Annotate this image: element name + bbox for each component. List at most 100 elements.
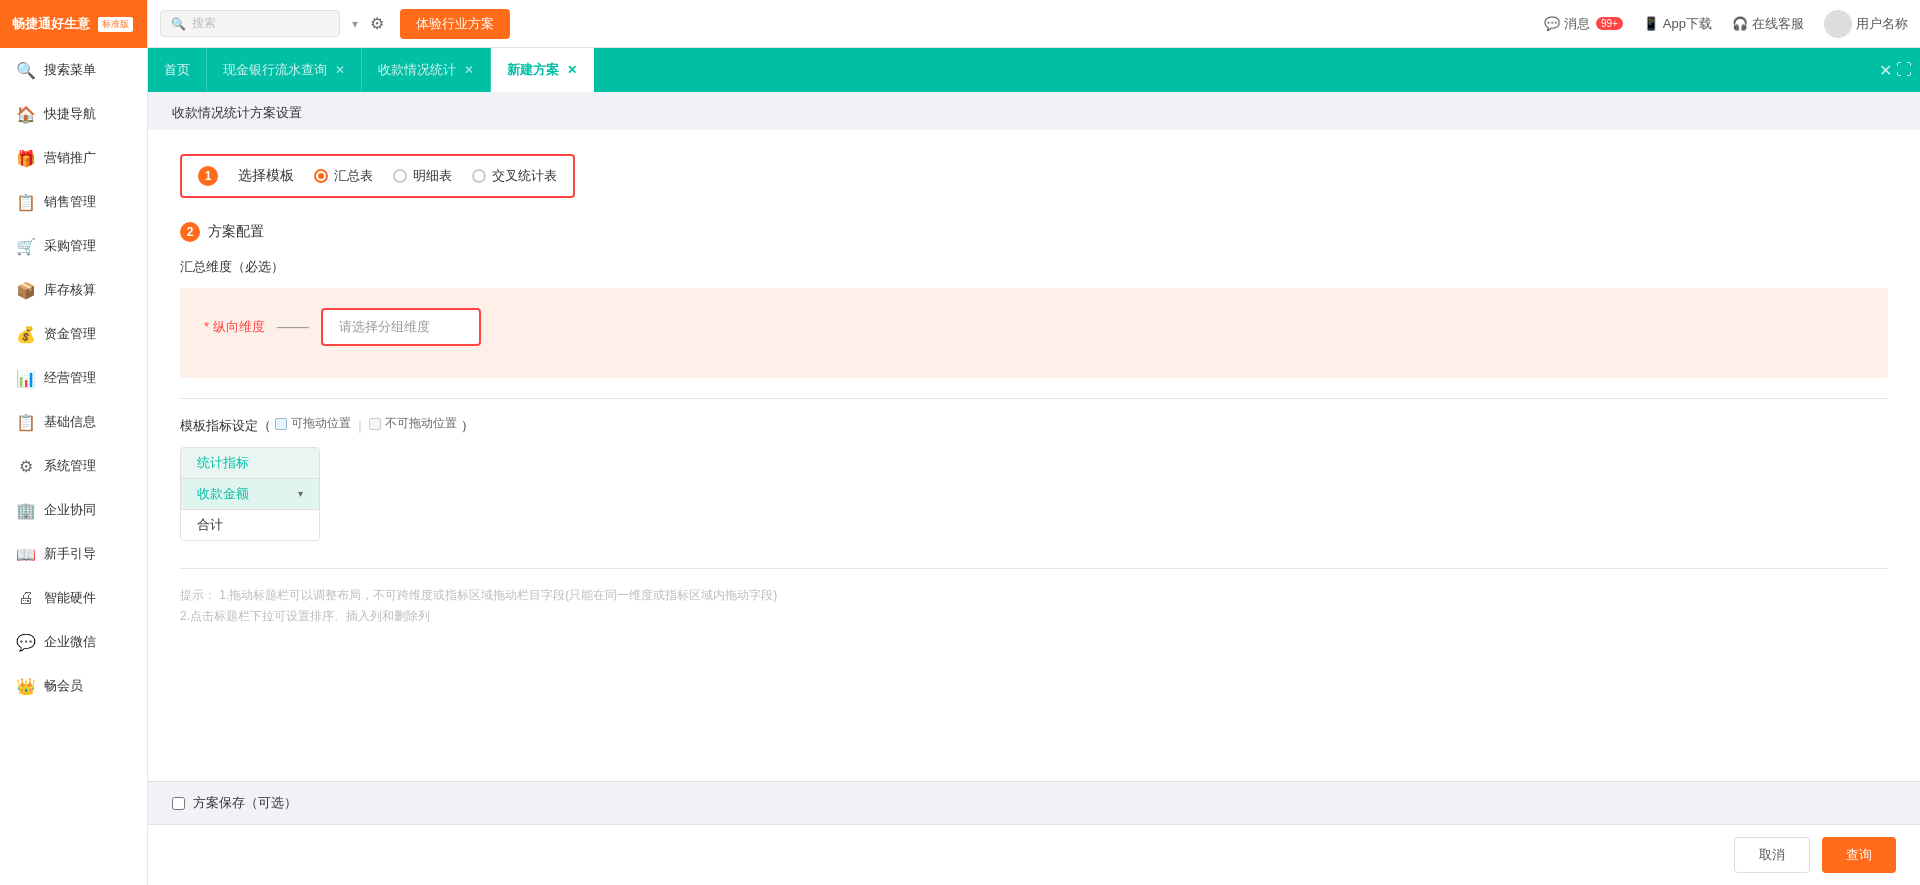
save-label: 方案保存（可选） [193,794,297,812]
logo-text: 畅捷通好生意 [12,15,90,33]
tip1: 提示： 1.拖动标题栏可以调整布局，不可跨维度或指标区域拖动栏目字段(只能在同一… [180,585,1888,607]
sidebar-item-purchase[interactable]: 🛒 采购管理 [0,224,147,268]
stats-chevron-icon: ▾ [298,488,303,499]
radio-cross-label: 交叉统计表 [492,167,557,185]
sidebar-item-label: 销售管理 [44,193,96,211]
notification-badge: 99+ [1596,17,1623,30]
sidebar-item-newbie[interactable]: 📖 新手引导 [0,532,147,576]
sidebar-item-label: 智能硬件 [44,589,96,607]
sidebar-item-marketing[interactable]: 🎁 营销推广 [0,136,147,180]
tab-collection-stats-close[interactable]: ✕ [464,63,474,77]
tab-home[interactable]: 首页 [148,48,207,92]
radio-summary-label: 汇总表 [334,167,373,185]
topbar-search-box[interactable]: 🔍 搜索 [160,10,340,37]
action-bar: 取消 查询 [148,824,1920,885]
cancel-button[interactable]: 取消 [1734,837,1810,873]
tab-close-all-icon[interactable]: ✕ [1879,61,1892,80]
sidebar-item-quick-nav[interactable]: 🏠 快捷导航 [0,92,147,136]
radio-summary-circle [314,169,328,183]
online-support-label: 在线客服 [1752,15,1804,33]
app-download-item[interactable]: 📱 App下载 [1643,15,1712,33]
sidebar-item-inventory[interactable]: 📦 库存核算 [0,268,147,312]
step1-title: 选择模板 [238,167,294,185]
stats-column-label: 收款金额 [197,485,249,503]
tab-new-scheme-close[interactable]: ✕ [567,63,577,77]
tab-collection-stats[interactable]: 收款情况统计 ✕ [362,48,491,92]
sidebar-item-enterprise[interactable]: 🏢 企业协同 [0,488,147,532]
online-support-item[interactable]: 🎧 在线客服 [1732,15,1804,33]
trial-button[interactable]: 体验行业方案 [400,9,510,39]
sidebar-item-label: 快捷导航 [44,105,96,123]
non-draggable-text: 不可拖动位置 [385,415,457,432]
sidebar-logo: 畅捷通好生意 标准版 [0,0,147,48]
topbar-search-placeholder: 搜索 [192,15,216,32]
dimension-row: * 纵向维度 —— 请选择分组维度 [204,308,1864,346]
step1-section: 1 选择模板 汇总表 明细表 [180,154,1888,198]
save-checkbox[interactable] [172,797,185,810]
sidebar-item-sales[interactable]: 📋 销售管理 [0,180,147,224]
dimension-arrow-icon: —— [277,318,309,336]
tab-new-scheme[interactable]: 新建方案 ✕ [491,48,594,92]
non-draggable-badge: 不可拖动位置 [369,415,457,432]
radio-detail-circle [393,169,407,183]
system-icon: ⚙ [16,457,36,476]
sales-icon: 📋 [16,193,36,212]
breadcrumb: 收款情况统计方案设置 [172,105,302,120]
notification-label: 消息 [1564,15,1590,33]
page-footer: 方案保存（可选） [148,781,1920,824]
sidebar-item-search-menu[interactable]: 🔍 搜索菜单 [0,48,147,92]
sidebar-item-label: 搜索菜单 [44,61,96,79]
tab-expand-icon[interactable]: ⛶ [1896,61,1912,79]
radio-cross[interactable]: 交叉统计表 [472,167,557,185]
tips-section: 提示： 1.拖动标题栏可以调整布局，不可跨维度或指标区域拖动栏目字段(只能在同一… [180,568,1888,628]
user-name: 用户名称 [1856,15,1908,33]
stats-row-label: 合计 [197,517,223,532]
step2-title: 方案配置 [208,223,264,241]
dimension-select[interactable]: 请选择分组维度 [321,308,481,346]
operation-icon: 📊 [16,369,36,388]
settings-icon[interactable]: ⚙ [370,14,384,33]
search-menu-icon: 🔍 [16,61,36,80]
avatar [1824,10,1852,38]
dimension-area: * 纵向维度 —— 请选择分组维度 [180,288,1888,378]
topbar-search-icon: 🔍 [171,17,186,31]
radio-group: 汇总表 明细表 交叉统计表 [314,167,557,185]
sidebar-item-label: 采购管理 [44,237,96,255]
step2-section: 2 方案配置 汇总维度（必选） * 纵向维度 —— 请选择分组维度 [180,222,1888,628]
purchase-icon: 🛒 [16,237,36,256]
radio-detail[interactable]: 明细表 [393,167,452,185]
stats-column-header[interactable]: 收款金额 ▾ [181,479,319,510]
tab-new-scheme-label: 新建方案 [507,61,559,79]
draggable-text: 可拖动位置 [291,415,351,432]
form-card: 1 选择模板 汇总表 明细表 [148,130,1920,781]
sidebar-item-finance[interactable]: 💰 资金管理 [0,312,147,356]
tab-collection-stats-label: 收款情况统计 [378,61,456,79]
tab-bank-flow-close[interactable]: ✕ [335,63,345,77]
draggable-badge: 可拖动位置 [275,415,351,432]
topbar-arrow: ▾ [352,17,358,31]
radio-detail-label: 明细表 [413,167,452,185]
sidebar-item-system[interactable]: ⚙ 系统管理 [0,444,147,488]
home-icon: 🏠 [16,105,36,124]
topbar: 🔍 搜索 ▾ ⚙ 体验行业方案 💬 消息 99+ 📱 App下载 🎧 在线客服 … [148,0,1920,48]
sidebar-item-operation[interactable]: 📊 经营管理 [0,356,147,400]
smart-hw-icon: 🖨 [16,589,36,607]
online-support-icon: 🎧 [1732,16,1748,31]
sidebar-item-base-info[interactable]: 📋 基础信息 [0,400,147,444]
gift-icon: 🎁 [16,149,36,168]
sidebar-item-label: 企业协同 [44,501,96,519]
notification-item[interactable]: 💬 消息 99+ [1544,15,1623,33]
step2-num: 2 [180,222,200,242]
sidebar-item-wechat[interactable]: 💬 企业微信 [0,620,147,664]
stats-table-header: 统计指标 [181,448,319,479]
sidebar-item-member[interactable]: 👑 畅会员 [0,664,147,708]
sidebar-item-smart-hw[interactable]: 🖨 智能硬件 [0,576,147,620]
query-button[interactable]: 查询 [1822,837,1896,873]
user-avatar[interactable]: 用户名称 [1824,10,1908,38]
sidebar-item-label: 新手引导 [44,545,96,563]
tab-bank-flow[interactable]: 现金银行流水查询 ✕ [207,48,362,92]
logo-badge: 标准版 [98,17,133,32]
radio-summary[interactable]: 汇总表 [314,167,373,185]
content-area: 收款情况统计方案设置 1 选择模板 汇总表 [148,92,1920,885]
draggable-dot [275,418,287,430]
